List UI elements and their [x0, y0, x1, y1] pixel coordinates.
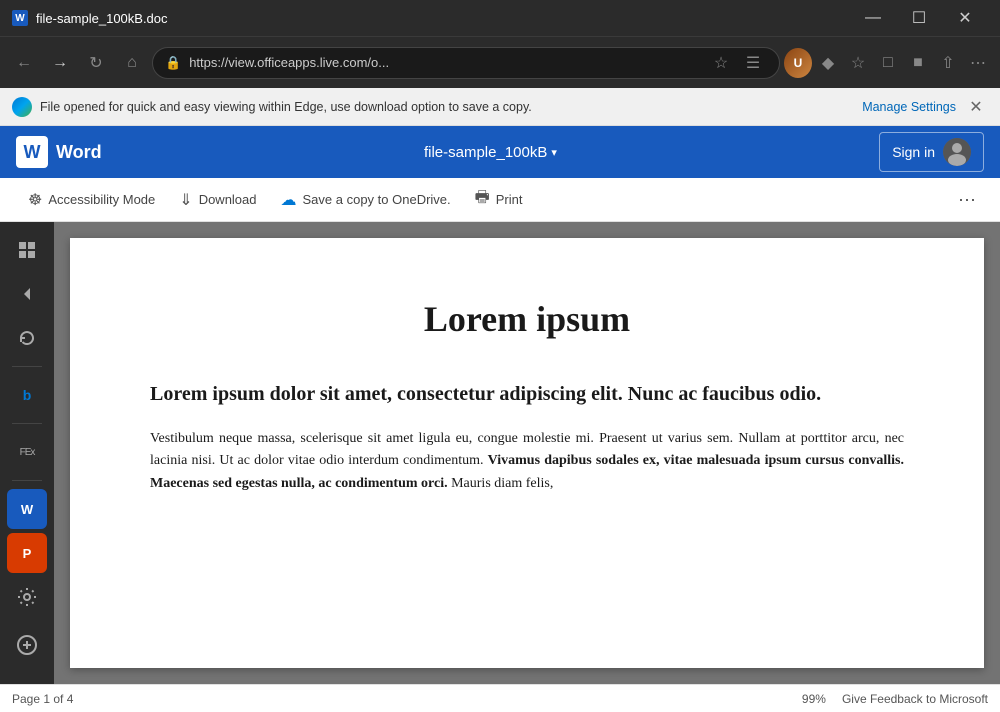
sidebar-divider-2	[12, 423, 42, 424]
addressbar: ← → ↻ ⌂ 🔒 https://view.officeapps.live.c…	[0, 36, 1000, 88]
download-label: Download	[199, 192, 257, 207]
document-page: Lorem ipsum Lorem ipsum dolor sit amet, …	[70, 238, 984, 668]
extensions-icon[interactable]: ◆	[814, 49, 842, 77]
favorites-icon[interactable]: ☆	[844, 49, 872, 77]
sidebar-item-back[interactable]	[7, 274, 47, 314]
address-box[interactable]: 🔒 https://view.officeapps.live.com/o... …	[152, 47, 780, 79]
back-button[interactable]: ←	[8, 47, 40, 79]
print-button[interactable]: 🖶 Print	[463, 180, 535, 219]
document-body: Vestibulum neque massa, scelerisque sit …	[150, 428, 904, 495]
word-app-name: Word	[56, 142, 102, 163]
sidebar-item-powerpoint[interactable]: P	[7, 533, 47, 573]
word-app-icon: W	[16, 136, 48, 168]
file-name-text: file-sample_100kB	[424, 144, 547, 161]
lock-icon: 🔒	[165, 55, 181, 71]
accessibility-label: Accessibility Mode	[48, 192, 155, 207]
document-area[interactable]: Lorem ipsum Lorem ipsum dolor sit amet, …	[54, 222, 1000, 684]
profile-icon[interactable]: U	[784, 49, 812, 77]
infobar-message: File opened for quick and easy viewing w…	[40, 100, 854, 114]
word-favicon: W	[12, 10, 28, 26]
avatar: U	[784, 48, 812, 78]
share-icon[interactable]: ⇧	[934, 49, 962, 77]
edge-logo	[12, 97, 32, 117]
print-icon: 🖶	[475, 186, 490, 213]
document-heading: Lorem ipsum dolor sit amet, consectetur …	[150, 380, 904, 408]
download-icon: ⇓	[179, 190, 192, 210]
infobar: File opened for quick and easy viewing w…	[0, 88, 1000, 126]
browser-toolbar-right: U ◆ ☆ □ ■ ⇧ ⋯	[784, 49, 992, 77]
close-button[interactable]: ✕	[942, 0, 988, 36]
word-header: W Word file-sample_100kB ▾ Sign in	[0, 126, 1000, 178]
forward-button[interactable]: →	[44, 47, 76, 79]
sidebar-item-collection[interactable]	[7, 230, 47, 270]
print-label: Print	[496, 192, 523, 207]
accessibility-mode-button[interactable]: ☸ Accessibility Mode	[16, 184, 167, 216]
signin-label: Sign in	[892, 144, 935, 160]
sidebar-item-word[interactable]: W	[7, 489, 47, 529]
zoom-level: 99%	[802, 692, 826, 706]
infobar-close-button[interactable]: ✕	[964, 95, 988, 119]
word-header-right: Sign in	[879, 132, 984, 172]
titlebar: W file-sample_100kB.doc — ☐ ✕	[0, 0, 1000, 36]
minimize-button[interactable]: —	[850, 0, 896, 36]
file-name-button[interactable]: file-sample_100kB ▾	[414, 138, 567, 167]
collection-icon[interactable]: □	[874, 49, 902, 77]
address-text: https://view.officeapps.live.com/o...	[189, 55, 699, 70]
word-toolbar: ☸ Accessibility Mode ⇓ Download ☁ Save a…	[0, 178, 1000, 222]
titlebar-title: file-sample_100kB.doc	[36, 11, 168, 26]
address-icons: ☆ ☰	[707, 49, 767, 77]
settings-icon[interactable]: ⋯	[964, 49, 992, 77]
document-title: Lorem ipsum	[150, 298, 904, 340]
sidebar-item-add[interactable]	[7, 625, 47, 665]
reader-icon[interactable]: ☰	[739, 49, 767, 77]
shield-icon[interactable]: ■	[904, 49, 932, 77]
sidebar-item-refresh[interactable]	[7, 318, 47, 358]
onedrive-icon: ☁	[281, 190, 297, 210]
accessibility-icon: ☸	[28, 190, 42, 210]
feedback-link[interactable]: Give Feedback to Microsoft	[842, 692, 988, 706]
body-text-end: Mauris diam felis,	[448, 476, 554, 491]
sidebar-divider-3	[12, 480, 42, 481]
main-area: b FEx W P Lorem ipsum Lorem ipsum dolor …	[0, 222, 1000, 684]
manage-settings-link[interactable]: Manage Settings	[862, 100, 956, 114]
onedrive-label: Save a copy to OneDrive.	[303, 192, 451, 207]
sign-in-button[interactable]: Sign in	[879, 132, 984, 172]
sidebar-item-fex[interactable]: FEx	[7, 432, 47, 472]
word-header-center: file-sample_100kB ▾	[102, 138, 880, 167]
save-to-onedrive-button[interactable]: ☁ Save a copy to OneDrive.	[269, 184, 463, 216]
download-button[interactable]: ⇓ Download	[167, 184, 268, 216]
page-info: Page 1 of 4	[12, 692, 73, 706]
titlebar-controls: — ☐ ✕	[850, 0, 988, 36]
titlebar-left: W file-sample_100kB.doc	[12, 10, 168, 26]
word-logo: W Word	[16, 136, 102, 168]
sidebar-divider-1	[12, 366, 42, 367]
maximize-button[interactable]: ☐	[896, 0, 942, 36]
refresh-button[interactable]: ↻	[80, 47, 112, 79]
statusbar-right: 99% Give Feedback to Microsoft	[802, 692, 988, 706]
word-letter: W	[24, 142, 41, 163]
sidebar-item-settings[interactable]	[7, 577, 47, 617]
home-button[interactable]: ⌂	[116, 47, 148, 79]
statusbar: Page 1 of 4 99% Give Feedback to Microso…	[0, 684, 1000, 712]
sidebar-item-bing[interactable]: b	[7, 375, 47, 415]
star-icon[interactable]: ☆	[707, 49, 735, 77]
filename-chevron-icon: ▾	[551, 146, 557, 159]
avatar-icon	[943, 138, 971, 166]
toolbar-more-button[interactable]: ···	[950, 183, 984, 216]
sidebar: b FEx W P	[0, 222, 54, 684]
